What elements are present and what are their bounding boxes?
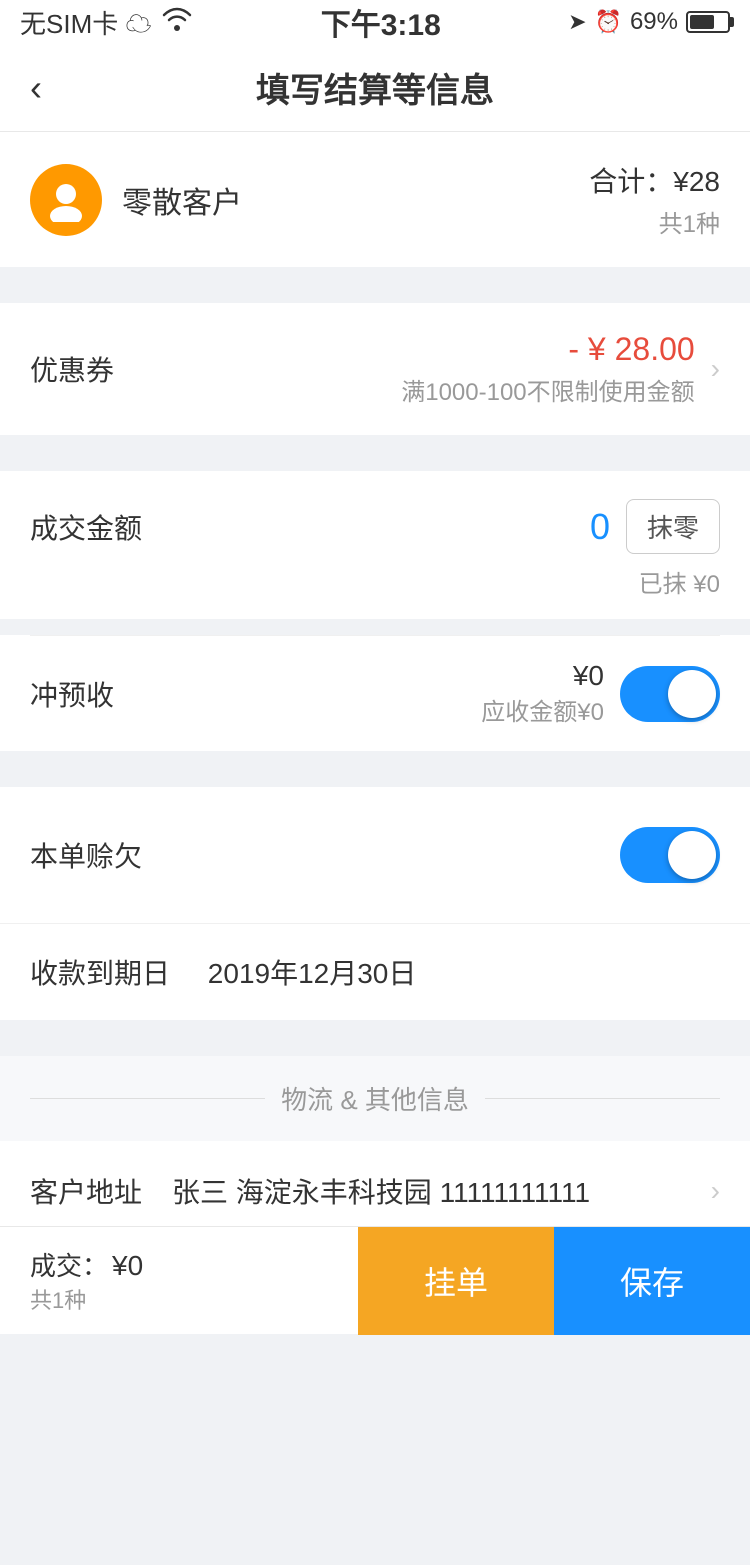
coupon-row[interactable]: 优惠券 - ¥ 28.00 满1000-100不限制使用金额 › <box>0 303 750 435</box>
wifi-icon <box>161 7 193 38</box>
deal-amount-label: 成交金额 <box>30 507 142 547</box>
total-count: 共1种 <box>589 204 720 239</box>
prepay-right: ¥0 应收金额¥0 <box>481 660 720 727</box>
battery-label: 69% <box>630 8 678 36</box>
logistics-label: 物流 & 其他信息 <box>281 1080 469 1117</box>
due-date-row: 收款到期日 2019年12月30日 <box>0 923 750 1020</box>
coupon-section[interactable]: 优惠券 - ¥ 28.00 满1000-100不限制使用金额 › <box>0 303 750 435</box>
bottom-info: 成交： ¥0 共1种 <box>0 1246 358 1315</box>
prepay-label: 冲预收 <box>30 674 114 714</box>
amount-input-area: 0 抹零 <box>590 499 720 554</box>
chevron-right-icon: › <box>711 353 720 385</box>
prepay-sub: 应收金额¥0 <box>481 692 604 727</box>
deal-amount-value[interactable]: 0 <box>590 506 610 548</box>
status-left: 无SIM卡 ☁ <box>20 4 193 41</box>
due-date-value: 2019年12月30日 <box>208 958 417 989</box>
save-button[interactable]: 保存 <box>554 1227 750 1335</box>
debt-toggle[interactable] <box>620 827 720 883</box>
alarm-icon: ⏰ <box>595 9 622 35</box>
bottom-bar: 成交： ¥0 共1种 挂单 保存 <box>0 1226 750 1334</box>
customer-section: 零散客户 合计：¥28 共1种 <box>0 132 750 267</box>
page-title: 填写结算等信息 <box>256 63 494 112</box>
address-value: 张三 海淀永丰科技园 11111111111 <box>172 1171 701 1211</box>
coupon-label: 优惠券 <box>30 349 114 389</box>
location-icon: ➤ <box>568 9 586 35</box>
content-area: 零散客户 合计：¥28 共1种 优惠券 - ¥ 28.00 满1000-100不… <box>0 132 750 1565</box>
deal-amount-section: 成交金额 0 抹零 已抹 ¥0 <box>0 471 750 619</box>
amount-row: 成交金额 0 抹零 <box>0 471 750 564</box>
debt-toggle-knob <box>668 831 716 879</box>
address-label: 客户地址 <box>30 1171 142 1211</box>
hold-button[interactable]: 挂单 <box>358 1227 554 1335</box>
bottom-count: 共1种 <box>30 1283 328 1315</box>
coupon-value: - ¥ 28.00 <box>401 331 694 368</box>
nav-bar: ‹ 填写结算等信息 <box>0 44 750 132</box>
bottom-deal-amount: ¥0 <box>112 1250 143 1282</box>
debt-section: 本单赊欠 收款到期日 2019年12月30日 <box>0 787 750 1020</box>
sim-label: 无SIM卡 ☁ <box>20 4 151 41</box>
sep2 <box>0 451 750 471</box>
round-button[interactable]: 抹零 <box>626 499 720 554</box>
customer-row: 零散客户 合计：¥28 共1种 <box>0 132 750 267</box>
prepay-section: 冲预收 ¥0 应收金额¥0 <box>0 635 750 751</box>
prepay-amounts: ¥0 应收金额¥0 <box>481 660 604 727</box>
address-chevron-icon: › <box>711 1175 720 1207</box>
customer-total: 合计：¥28 共1种 <box>589 160 720 239</box>
customer-name: 零散客户 <box>122 178 242 222</box>
sep3 <box>0 767 750 787</box>
coupon-desc: 满1000-100不限制使用金额 <box>401 372 694 407</box>
prepay-main: ¥0 <box>481 660 604 692</box>
bottom-deal-label: 成交： <box>30 1246 108 1283</box>
sep1 <box>0 283 750 303</box>
prepay-toggle[interactable] <box>620 666 720 722</box>
debt-row: 本单赊欠 <box>0 787 750 923</box>
logistics-line-right <box>485 1098 720 1099</box>
customer-left: 零散客户 <box>30 164 242 236</box>
back-button[interactable]: ‹ <box>30 67 42 109</box>
status-time: 下午3:18 <box>321 0 441 44</box>
logistics-line-left <box>30 1098 265 1099</box>
status-right: ➤ ⏰ 69% <box>568 8 730 36</box>
toggle-knob <box>668 670 716 718</box>
debt-label: 本单赊欠 <box>30 835 142 875</box>
battery-icon <box>686 11 730 33</box>
total-amount: 合计：¥28 <box>589 160 720 200</box>
sep4 <box>0 1036 750 1056</box>
due-date-label: 收款到期日 <box>30 958 170 989</box>
prepay-row: 冲预收 ¥0 应收金额¥0 <box>0 636 750 751</box>
already-rounded: 已抹 ¥0 <box>0 564 750 619</box>
avatar <box>30 164 102 236</box>
logistics-header: 物流 & 其他信息 <box>0 1056 750 1141</box>
coupon-right: - ¥ 28.00 满1000-100不限制使用金额 › <box>401 331 720 407</box>
status-bar: 无SIM卡 ☁ 下午3:18 ➤ ⏰ 69% <box>0 0 750 44</box>
